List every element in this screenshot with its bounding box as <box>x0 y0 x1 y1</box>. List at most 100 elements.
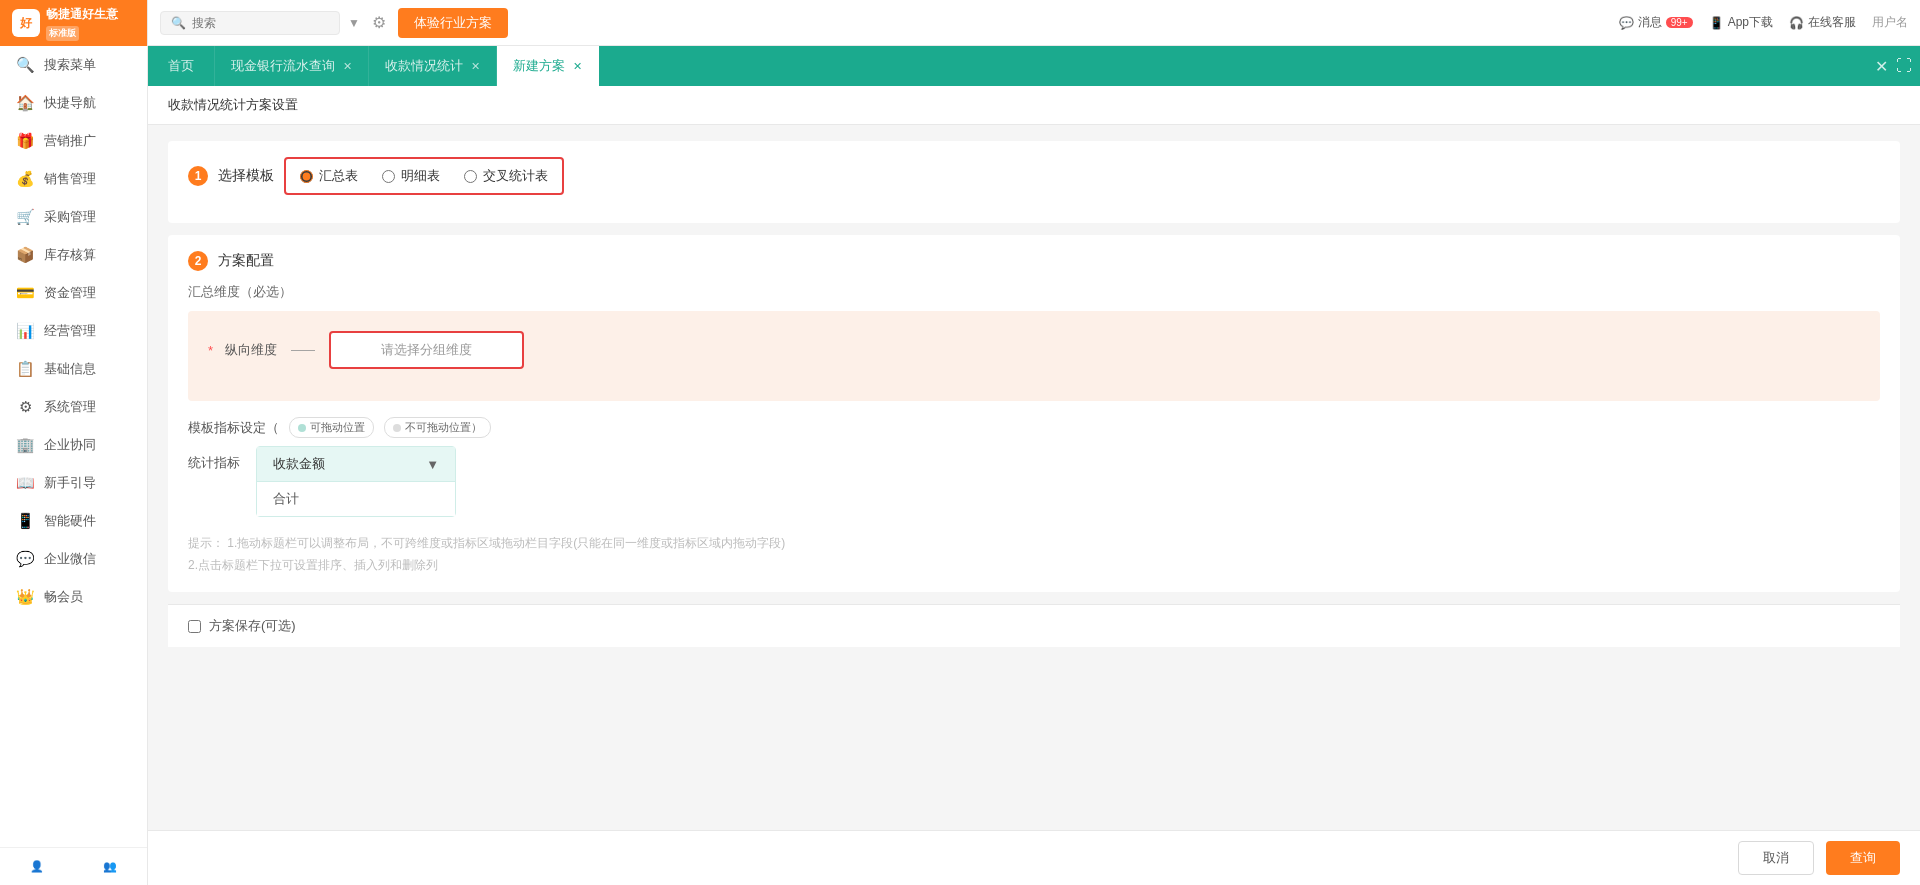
sidebar-item-label: 企业微信 <box>44 550 96 568</box>
radio-cross-input[interactable] <box>464 170 477 183</box>
search-box[interactable]: 🔍 <box>160 11 340 35</box>
sidebar-item-member[interactable]: 👑 畅会员 <box>0 578 147 616</box>
save-label: 方案保存(可选) <box>209 617 296 635</box>
maximize-icon[interactable]: ⛶ <box>1896 57 1912 75</box>
sidebar-item-system[interactable]: ⚙ 系统管理 <box>0 388 147 426</box>
sidebar-item-guide[interactable]: 📖 新手引导 <box>0 464 147 502</box>
sidebar-item-quick-nav[interactable]: 🏠 快捷导航 <box>0 84 147 122</box>
footer-bar: 取消 查询 <box>148 830 1920 885</box>
sidebar-item-wechat[interactable]: 💬 企业微信 <box>0 540 147 578</box>
radio-detail-label: 明细表 <box>401 167 440 185</box>
money-icon: 💰 <box>16 170 34 188</box>
save-checkbox[interactable] <box>188 620 201 633</box>
query-button[interactable]: 查询 <box>1826 841 1900 875</box>
dropdown-arrow-icon[interactable]: ▼ <box>348 16 360 30</box>
sidebar-logo: 好 畅捷通好生意 标准版 <box>0 0 147 46</box>
search-menu-icon: 🔍 <box>16 56 34 74</box>
section-config: 2 方案配置 汇总维度（必选） * 纵向维度 —— 请选择分组维度 <box>168 235 1900 592</box>
gift-icon: 🎁 <box>16 132 34 150</box>
sidebar-item-label: 采购管理 <box>44 208 96 226</box>
box-icon: 📦 <box>16 246 34 264</box>
app-download-item[interactable]: 📱 App下载 <box>1709 14 1773 31</box>
notification-label: 消息 <box>1638 14 1662 31</box>
cart-icon: 🛒 <box>16 208 34 226</box>
tab-receipt-stats[interactable]: 收款情况统计 ✕ <box>369 46 497 86</box>
radio-summary[interactable]: 汇总表 <box>300 167 358 185</box>
save-section: 方案保存(可选) <box>168 604 1900 647</box>
template-radio-group: 汇总表 明细表 交叉统计表 <box>284 157 564 195</box>
mobile-icon: 📱 <box>16 512 34 530</box>
subsection1-title: 汇总维度（必选） <box>188 283 1880 301</box>
dimension-select-button[interactable]: 请选择分组维度 <box>329 331 524 369</box>
arrow-right-icon: —— <box>291 343 315 357</box>
sidebar-item-sales[interactable]: 💰 销售管理 <box>0 160 147 198</box>
sidebar-item-inventory[interactable]: 📦 库存核算 <box>0 236 147 274</box>
unmovable-dot-icon <box>393 424 401 432</box>
vertical-dim-label: 纵向维度 <box>225 341 277 359</box>
radio-summary-input[interactable] <box>300 170 313 183</box>
tab-new-plan-close-icon[interactable]: ✕ <box>573 60 582 73</box>
hint-line2: 2.点击标题栏下拉可设置排序、插入列和删除列 <box>188 555 1880 577</box>
radio-detail[interactable]: 明细表 <box>382 167 440 185</box>
metrics-section: 模板指标设定（ 可拖动位置 不可拖动位置） 统计指标 <box>188 417 1880 517</box>
dimension-row: * 纵向维度 —— 请选择分组维度 <box>208 331 1860 369</box>
logo-icon: 好 <box>12 9 40 37</box>
sidebar-item-operation[interactable]: 📊 经营管理 <box>0 312 147 350</box>
sidebar-item-basic-info[interactable]: 📋 基础信息 <box>0 350 147 388</box>
dropdown-chevron-icon[interactable]: ▼ <box>426 457 439 472</box>
radio-detail-input[interactable] <box>382 170 395 183</box>
tab-receipt-stats-label: 收款情况统计 <box>385 57 463 75</box>
step1-label: 1 选择模板 汇总表 明细表 交叉统计表 <box>188 157 564 195</box>
metrics-title: 模板指标设定（ <box>188 419 279 437</box>
tab-home[interactable]: 首页 <box>148 46 215 86</box>
unmovable-badge: 不可拖动位置） <box>384 417 491 438</box>
clipboard-icon: 📋 <box>16 360 34 378</box>
logo-text-block: 畅捷通好生意 标准版 <box>46 6 118 41</box>
tab-cash-bank-close-icon[interactable]: ✕ <box>343 60 352 73</box>
page-header-title: 收款情况统计方案设置 <box>168 97 298 112</box>
sidebar-user2[interactable]: 👥 <box>99 856 121 877</box>
sidebar-item-label: 经营管理 <box>44 322 96 340</box>
book-icon: 📖 <box>16 474 34 492</box>
sidebar-item-label: 畅会员 <box>44 588 83 606</box>
tabbar-right-controls: ✕ ⛶ <box>1875 57 1920 76</box>
section-template: 1 选择模板 汇总表 明细表 交叉统计表 <box>168 141 1900 223</box>
radio-cross-label: 交叉统计表 <box>483 167 548 185</box>
radio-cross[interactable]: 交叉统计表 <box>464 167 548 185</box>
sidebar-item-label: 资金管理 <box>44 284 96 302</box>
content-area: 收款情况统计方案设置 1 选择模板 汇总表 明细表 <box>148 86 1920 885</box>
tab-home-label: 首页 <box>168 57 194 75</box>
unmovable-label: 不可拖动位置） <box>405 420 482 435</box>
online-support-item[interactable]: 🎧 在线客服 <box>1789 14 1856 31</box>
online-support-label: 在线客服 <box>1808 14 1856 31</box>
tab-cash-bank[interactable]: 现金银行流水查询 ✕ <box>215 46 369 86</box>
app-icon: 📱 <box>1709 16 1724 30</box>
tab-new-plan[interactable]: 新建方案 ✕ <box>497 46 599 86</box>
home-icon: 🏠 <box>16 94 34 112</box>
tab-new-plan-label: 新建方案 <box>513 57 565 75</box>
radio-summary-label: 汇总表 <box>319 167 358 185</box>
metrics-table-row1: 合计 <box>257 482 455 516</box>
cancel-button[interactable]: 取消 <box>1738 841 1814 875</box>
trial-button[interactable]: 体验行业方案 <box>398 8 508 38</box>
sidebar-item-label: 快捷导航 <box>44 94 96 112</box>
sidebar-bottom: 👤 👥 <box>0 847 147 885</box>
building-icon: 🏢 <box>16 436 34 454</box>
close-window-icon[interactable]: ✕ <box>1875 57 1888 76</box>
sidebar-item-search-menu[interactable]: 🔍 搜索菜单 <box>0 46 147 84</box>
sidebar-item-purchase[interactable]: 🛒 采购管理 <box>0 198 147 236</box>
sidebar-item-hardware[interactable]: 📱 智能硬件 <box>0 502 147 540</box>
notification-badge: 99+ <box>1666 17 1693 28</box>
sidebar-user1[interactable]: 👤 <box>26 856 48 877</box>
notification-item[interactable]: 💬 消息 99+ <box>1619 14 1693 31</box>
required-star-icon: * <box>208 343 213 358</box>
sidebar-item-enterprise[interactable]: 🏢 企业协同 <box>0 426 147 464</box>
tab-receipt-stats-close-icon[interactable]: ✕ <box>471 60 480 73</box>
sidebar-item-finance[interactable]: 💳 资金管理 <box>0 274 147 312</box>
sidebar: 好 畅捷通好生意 标准版 🔍 搜索菜单 🏠 快捷导航 🎁 营销推广 💰 销售管理… <box>0 0 148 885</box>
username-label: 用户名 <box>1872 14 1908 31</box>
sidebar-item-marketing[interactable]: 🎁 营销推广 <box>0 122 147 160</box>
main-area: 🔍 ▼ ⚙ 体验行业方案 💬 消息 99+ 📱 App下载 🎧 在线客服 用户名 <box>148 0 1920 885</box>
settings-icon[interactable]: ⚙ <box>372 13 386 32</box>
search-input[interactable] <box>192 16 329 30</box>
